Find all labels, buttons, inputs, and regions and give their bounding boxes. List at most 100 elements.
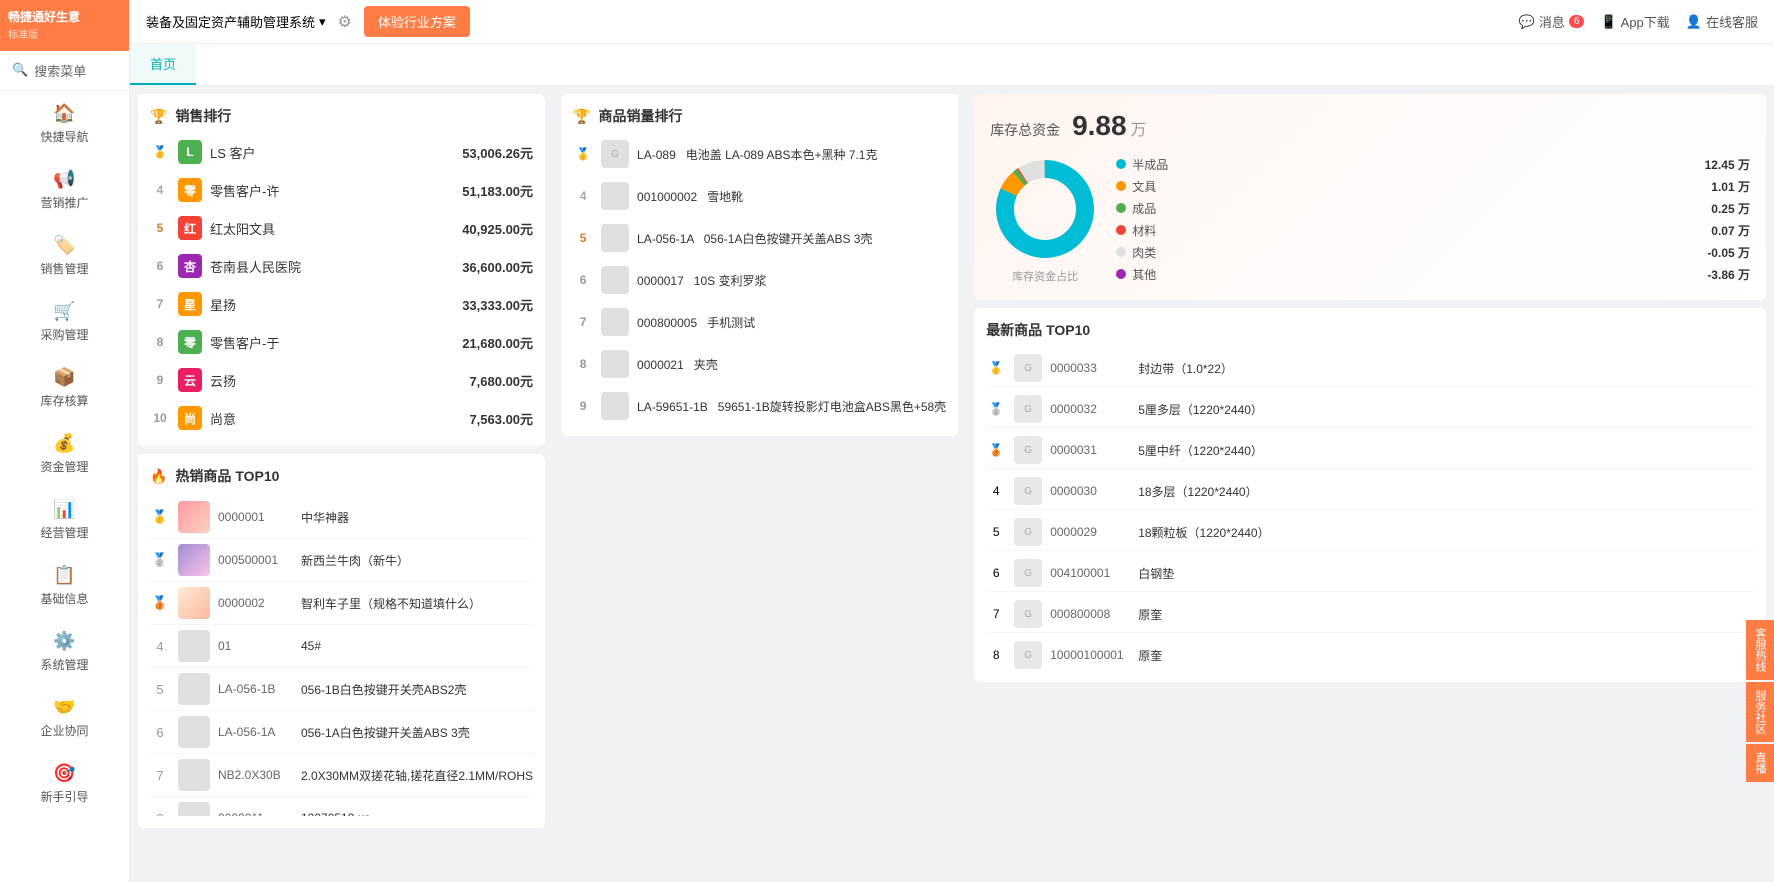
hot-product-8: 8 0000011 12070519-xs (150, 797, 533, 816)
rank-value: 33,333.00元 (462, 295, 533, 314)
sidebar: 畅捷通好生意 标准版 🔍 搜索菜单 🏠 快捷导航 📢 营销推广 🏷️ 销售管理 … (0, 0, 130, 882)
rank-number: 🥉 (986, 443, 1006, 457)
product-image (601, 266, 629, 294)
gear-icon[interactable]: ⚙ (338, 12, 352, 32)
tab-home[interactable]: 首页 (130, 44, 196, 85)
product-image (601, 392, 629, 420)
search-menu-label: 搜索菜单 (34, 61, 86, 80)
rank-avatar: 杏 (178, 254, 202, 278)
donut-chart: 库存资金占比 (990, 154, 1100, 284)
rank-value: 51,183.00元 (462, 181, 533, 200)
product-code: 0000011 (218, 811, 293, 816)
product-name: 原奎 (1138, 606, 1754, 623)
product-image: G (1014, 518, 1042, 546)
new-product-3: 🥉 G 0000031 5厘中纤（1220*2440） (986, 432, 1754, 469)
main-wrapper: 装备及固定资产辅助管理系统 ▾ ⚙ 体验行业方案 💬 消息 6 📱 App下载 … (130, 0, 1774, 882)
topbar-right: 💬 消息 6 📱 App下载 👤 在线客服 (1519, 12, 1758, 31)
legend-dot (1116, 269, 1126, 279)
sidebar-item-system[interactable]: ⚙️ 系统管理 (0, 619, 129, 685)
legend-dot (1116, 159, 1126, 169)
product-info: 0000021 夹壳 (637, 356, 946, 373)
rank-number: 4 (150, 639, 170, 654)
sidebar-item-quick-nav[interactable]: 🏠 快捷导航 (0, 91, 129, 157)
sidebar-item-basic-info[interactable]: 📋 基础信息 (0, 553, 129, 619)
sidebar-item-guide[interactable]: 🎯 新手引导 (0, 751, 129, 817)
home-icon: 🏠 (53, 103, 75, 124)
product-image: G (1014, 395, 1042, 423)
community-button[interactable]: 服务社区 (1746, 682, 1774, 742)
online-service-button[interactable]: 👤 在线客服 (1686, 12, 1758, 31)
product-ranking-card: 🏆 商品销量排行 🥇 G LA-089 电池盖 LA-089 ABS本色+黑种 … (561, 94, 958, 436)
sidebar-item-label: 经营管理 (40, 524, 88, 541)
sidebar-item-enterprise[interactable]: 🤝 企业协同 (0, 685, 129, 751)
app-download-label: App下载 (1621, 12, 1670, 31)
rank-number: 10 (150, 411, 170, 425)
sales-icon: 🏷️ (53, 235, 75, 256)
product-name: 白钢垫 (1138, 565, 1754, 582)
guide-icon: 🎯 (53, 763, 75, 784)
product-rank-3: 5 LA-056-1A 056-1A白色按键开关盖ABS 3壳 (573, 220, 946, 256)
rank-number: 5 (573, 231, 593, 245)
new-product-2: 🥈 G 0000032 5厘多层（1220*2440） (986, 391, 1754, 428)
product-name: 2.0X30MM双搓花轴,搓花直径2.1MM/ROHS (301, 767, 533, 784)
product-image (178, 673, 210, 705)
trial-button[interactable]: 体验行业方案 (364, 6, 470, 37)
rank-number: 🥇 (150, 509, 170, 525)
operations-icon: 📊 (53, 499, 75, 520)
rank-number: 6 (573, 273, 593, 287)
rank-number: 🥇 (573, 147, 593, 161)
search-menu[interactable]: 🔍 搜索菜单 (0, 51, 129, 91)
rank-value: 7,680.00元 (469, 371, 533, 390)
sidebar-item-label: 快捷导航 (40, 128, 88, 145)
live-button[interactable]: 直播 (1746, 744, 1774, 782)
rank-number: 8 (573, 357, 593, 371)
rank-item-2: 4 零 零售客户-许 51,183.00元 (150, 174, 533, 206)
product-image: G (1014, 600, 1042, 628)
basic-info-icon: 📋 (53, 565, 75, 586)
product-image (178, 544, 210, 576)
hotline-button[interactable]: 客服热线 (1746, 620, 1774, 680)
rank-number: 7 (150, 297, 170, 311)
product-info: LA-056-1A 056-1A白色按键开关盖ABS 3壳 (637, 230, 946, 247)
purchase-icon: 🛒 (53, 301, 75, 322)
product-image (178, 630, 210, 662)
rank-number: 6 (150, 725, 170, 740)
rank-customer-name: 云扬 (210, 371, 461, 390)
product-rank-5: 7 000800005 手机测试 (573, 304, 946, 340)
app-version: 标准版 (8, 26, 80, 41)
product-image: G (1014, 436, 1042, 464)
product-name: 056-1B白色按键开关壳ABS2壳 (301, 681, 533, 698)
sidebar-item-sales[interactable]: 🏷️ 销售管理 (0, 223, 129, 289)
rank-customer-name: 苍南县人民医院 (210, 257, 454, 276)
product-image (178, 587, 210, 619)
rank-item-7: 9 云 云扬 7,680.00元 (150, 364, 533, 396)
rank-avatar: 云 (178, 368, 202, 392)
sidebar-item-finance[interactable]: 💰 资金管理 (0, 421, 129, 487)
product-name: 45# (301, 639, 533, 653)
sidebar-item-label: 基础信息 (40, 590, 88, 607)
app-download-button[interactable]: 📱 App下载 (1600, 12, 1669, 31)
inventory-icon: 📦 (53, 367, 75, 388)
hot-product-4: 4 01 45# (150, 625, 533, 668)
dropdown-arrow-icon: ▾ (319, 14, 326, 30)
product-name: 5厘中纤（1220*2440） (1138, 442, 1754, 459)
legend-finished: 成品 0.25 万 (1116, 200, 1750, 217)
new-products-list: 🥇 G 0000033 封边带（1.0*22） 🥈 G 0000032 5厘多层… (986, 350, 1754, 670)
sidebar-item-operations[interactable]: 📊 经营管理 (0, 487, 129, 553)
message-icon: 💬 (1519, 14, 1535, 30)
sidebar-item-marketing[interactable]: 📢 营销推广 (0, 157, 129, 223)
rank-number: 7 (986, 607, 1006, 621)
message-label: 消息 (1539, 12, 1565, 31)
rank-number: 5 (986, 525, 1006, 539)
system-selector[interactable]: 装备及固定资产辅助管理系统 ▾ (146, 12, 326, 31)
product-name: 中华神器 (301, 509, 533, 526)
legend-dot (1116, 203, 1126, 213)
inventory-chart-area: 库存资金占比 半成品 12.45 万 文具 1.01 万 (990, 154, 1750, 284)
sidebar-item-label: 系统管理 (40, 656, 88, 673)
product-ranking-title: 🏆 商品销量排行 (573, 106, 946, 126)
sidebar-item-purchase[interactable]: 🛒 采购管理 (0, 289, 129, 355)
hot-product-6: 6 LA-056-1A 056-1A白色按键开关盖ABS 3壳 (150, 711, 533, 754)
sidebar-item-inventory[interactable]: 📦 库存核算 (0, 355, 129, 421)
message-button[interactable]: 💬 消息 6 (1519, 12, 1585, 31)
product-rank-4: 6 0000017 10S 变利罗浆 (573, 262, 946, 298)
